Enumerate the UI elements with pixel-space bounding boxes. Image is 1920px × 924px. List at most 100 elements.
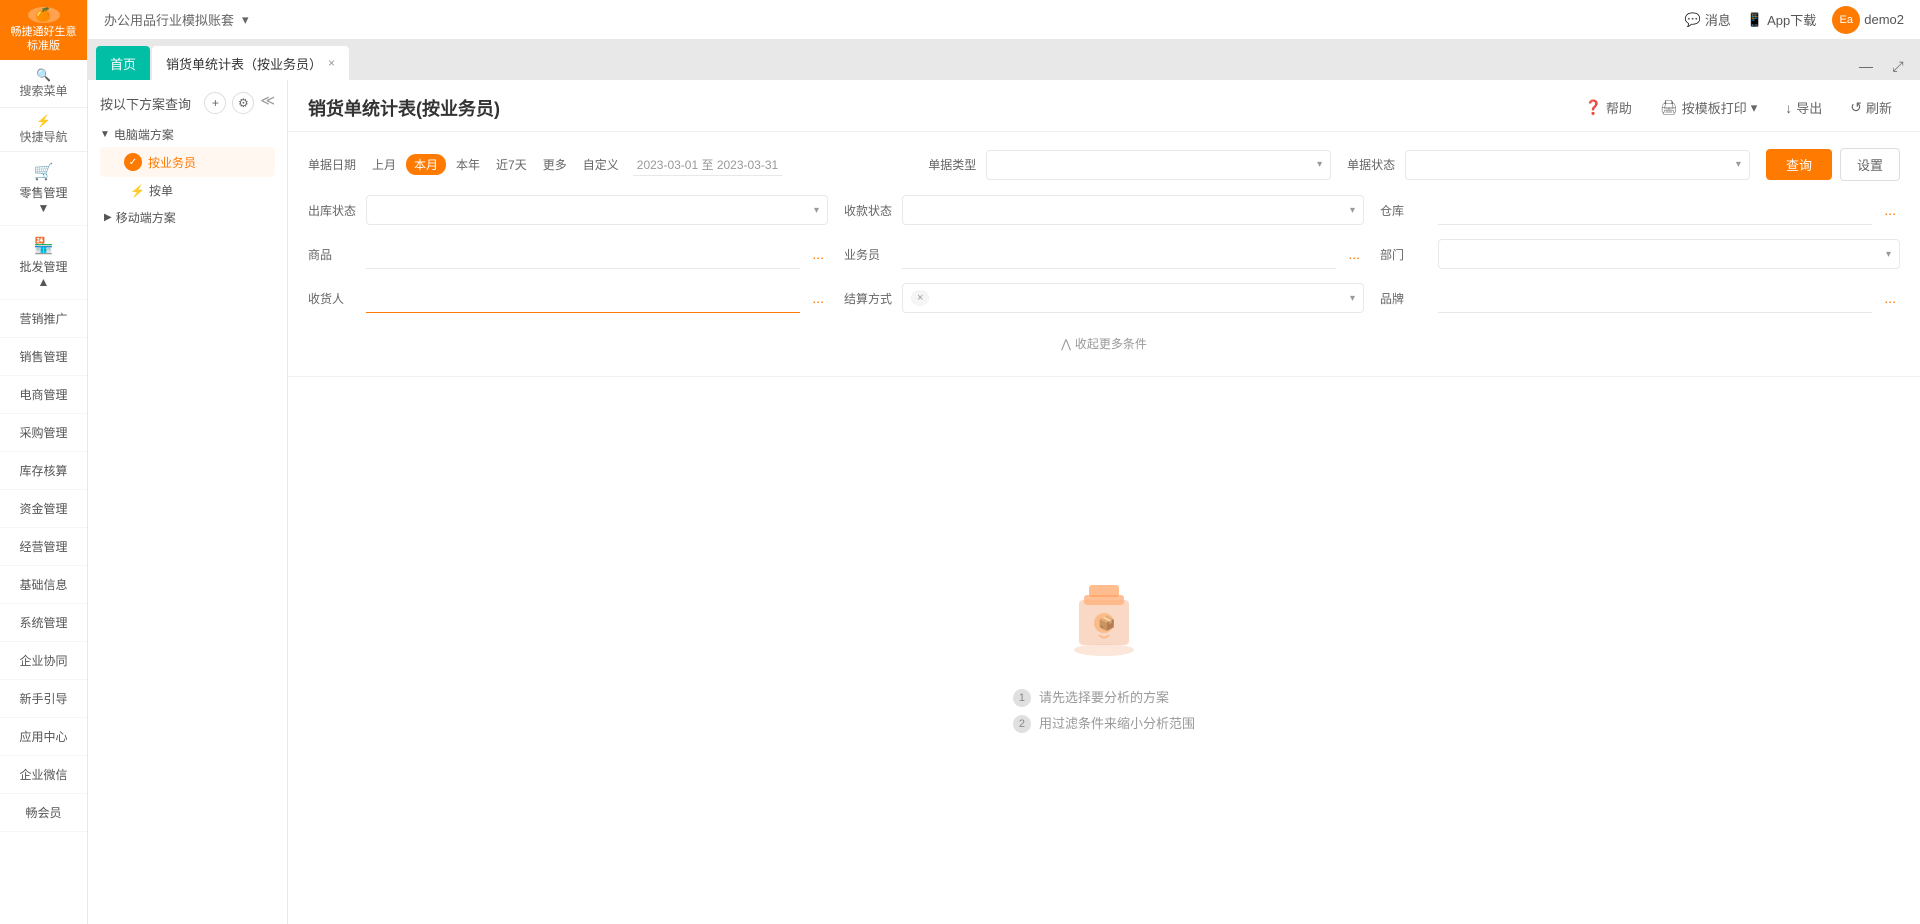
tab-expand-btn[interactable]: ⤢ xyxy=(1884,52,1912,80)
date-label: 单据日期 xyxy=(308,156,358,173)
department-label: 部门 xyxy=(1380,246,1430,263)
query-row-2: 出库状态 ▾ 收款状态 ▾ 仓库 xyxy=(308,195,1900,225)
scheme-sub-item[interactable]: ⚡ 按单 xyxy=(100,177,275,204)
add-scheme-btn[interactable]: + xyxy=(204,92,226,114)
brand-input[interactable] xyxy=(1438,283,1872,313)
consignee-label: 收货人 xyxy=(308,290,358,307)
user-profile-btn[interactable]: Ea demo2 xyxy=(1832,6,1904,34)
page-content: 按以下方案查询 + ⚙ ≪ ▼ 电脑端方案 xyxy=(88,80,1920,924)
date-tab-last-month[interactable]: 上月 xyxy=(366,154,402,175)
salesperson-dots-btn[interactable]: ... xyxy=(1344,246,1364,262)
collapse-icon: ⋀ xyxy=(1061,337,1071,351)
collapse-panel-btn[interactable]: ≪ xyxy=(260,92,275,114)
edit-scheme-btn[interactable]: ⚙ xyxy=(232,92,254,114)
warehouse-input[interactable] xyxy=(1438,195,1872,225)
department-select[interactable]: ▾ xyxy=(1438,239,1900,269)
tab-close-btn[interactable]: × xyxy=(328,56,335,70)
sidebar-item-appstore[interactable]: 应用中心 xyxy=(0,718,87,756)
date-tab-last7[interactable]: 近7天 xyxy=(490,154,533,175)
consignee-input[interactable] xyxy=(366,283,800,313)
payment-arrow-icon: ▾ xyxy=(1350,205,1355,216)
tab-minimize-btn[interactable]: — xyxy=(1852,52,1880,80)
query-btn[interactable]: 查询 xyxy=(1766,149,1832,180)
right-content: 销货单统计表(按业务员) ❓ 帮助 🖨 按模板打印 ▾ ↓ 导出 xyxy=(288,80,1920,924)
settlement-chip-close[interactable]: × xyxy=(917,292,923,304)
desktop-group-title[interactable]: ▼ 电脑端方案 xyxy=(100,122,275,147)
doc-type-field: 单据类型 ▾ xyxy=(928,150,1331,180)
doc-status-select[interactable]: ▾ xyxy=(1405,150,1750,180)
query-area: 单据日期 上月 本月 本年 近7天 更多 自定义 2023-03-01 至 20… xyxy=(288,132,1920,377)
sidebar-search[interactable]: 🔍 搜索菜单 xyxy=(0,60,87,108)
empty-tips: 1 请先选择要分析的方案 2 用过滤条件来缩小分析范围 xyxy=(1013,685,1195,737)
sidebar-item-ecommerce[interactable]: 电商管理 xyxy=(0,376,87,414)
refresh-btn[interactable]: ↺ 刷新 xyxy=(1842,94,1900,121)
sidebar-item-sales[interactable]: 销售管理 xyxy=(0,338,87,376)
date-tab-this-month[interactable]: 本月 xyxy=(406,154,446,175)
department-arrow-icon: ▾ xyxy=(1886,249,1891,260)
collapse-more-btn[interactable]: ⋀ 收起更多条件 xyxy=(308,327,1900,360)
sidebar-item-purchase[interactable]: 采购管理 xyxy=(0,414,87,452)
tab-home[interactable]: 首页 xyxy=(96,46,150,80)
sidebar-item-system[interactable]: 系统管理 xyxy=(0,604,87,642)
export-btn[interactable]: ↓ 导出 xyxy=(1777,94,1830,121)
consignee-dots-btn[interactable]: ... xyxy=(808,290,828,306)
app-download-btn[interactable]: 📱 App下载 xyxy=(1747,10,1816,29)
dropdown-arrow-icon[interactable]: ▾ xyxy=(242,12,249,28)
tip-num-2: 2 xyxy=(1013,715,1031,733)
goods-dots-btn[interactable]: ... xyxy=(808,246,828,262)
settings-btn[interactable]: 设置 xyxy=(1840,148,1900,181)
sidebar-item-inventory[interactable]: 库存核算 xyxy=(0,452,87,490)
help-btn[interactable]: ❓ 帮助 xyxy=(1576,94,1639,121)
sidebar-item-finance[interactable]: 资金管理 xyxy=(0,490,87,528)
salesperson-input[interactable] xyxy=(902,239,1336,269)
sidebar-item-wechat[interactable]: 企业微信 xyxy=(0,756,87,794)
sidebar-item-cooperation[interactable]: 企业协同 xyxy=(0,642,87,680)
brand-label: 品牌 xyxy=(1380,290,1430,307)
settlement-select[interactable]: × ▾ xyxy=(902,283,1364,313)
mobile-scheme-group[interactable]: ▶ 移动端方案 xyxy=(88,204,287,231)
sidebar-item-member[interactable]: 畅会员 xyxy=(0,794,87,832)
brand-dots-btn[interactable]: ... xyxy=(1880,290,1900,306)
payment-label: 收款状态 xyxy=(844,202,894,219)
doc-status-field: 单据状态 ▾ xyxy=(1347,150,1750,180)
settlement-arrow-icon: ▾ xyxy=(1350,293,1355,304)
scheme-item-salesperson[interactable]: ✓ 按业务员 xyxy=(100,147,275,177)
goods-input[interactable] xyxy=(366,239,800,269)
settlement-label: 结算方式 xyxy=(844,290,894,307)
delivery-select[interactable]: ▾ xyxy=(366,195,828,225)
page-title-bar: 销货单统计表(按业务员) ❓ 帮助 🖨 按模板打印 ▾ ↓ 导出 xyxy=(288,80,1920,132)
header-left: 办公用品行业模拟账套 ▾ xyxy=(104,10,249,29)
tab-active[interactable]: 销货单统计表（按业务员） × xyxy=(152,46,349,80)
date-tab-this-year[interactable]: 本年 xyxy=(450,154,486,175)
empty-icon: 📦 xyxy=(1054,565,1154,665)
industry-label: 办公用品行业模拟账套 xyxy=(104,10,234,29)
date-tab-custom[interactable]: 自定义 xyxy=(577,154,625,175)
sidebar-item-guide[interactable]: 新手引导 xyxy=(0,680,87,718)
sub-item-icon: ⚡ xyxy=(130,184,145,198)
sidebar-quick-nav[interactable]: ⚡ 快捷导航 xyxy=(0,108,87,152)
brand-field: 品牌 ... xyxy=(1380,283,1900,313)
date-tab-more[interactable]: 更多 xyxy=(537,154,573,175)
logo-text: 畅捷通好生意 标准版 xyxy=(11,25,77,54)
page-actions: ❓ 帮助 🖨 按模板打印 ▾ ↓ 导出 ↺ 刷新 xyxy=(1576,94,1900,121)
warehouse-dots-btn[interactable]: ... xyxy=(1880,202,1900,218)
sidebar-item-marketing[interactable]: 营销推广 xyxy=(0,300,87,338)
active-scheme-icon: ✓ xyxy=(124,153,142,171)
sidebar-item-basic[interactable]: 基础信息 xyxy=(0,566,87,604)
doc-status-arrow-icon: ▾ xyxy=(1736,159,1741,170)
settlement-field: 结算方式 × ▾ xyxy=(844,283,1364,313)
doc-type-select[interactable]: ▾ xyxy=(986,150,1331,180)
delivery-label: 出库状态 xyxy=(308,202,358,219)
print-icon: 🖨 xyxy=(1660,99,1678,116)
doc-status-label: 单据状态 xyxy=(1347,156,1397,173)
sidebar-item-wholesale[interactable]: 🏪 批发管理 ▲ xyxy=(0,226,87,300)
page-title: 销货单统计表(按业务员) xyxy=(308,95,500,121)
query-row-4: 收货人 ... 结算方式 × ▾ 品牌 xyxy=(308,283,1900,313)
sidebar-item-retail[interactable]: 🛒 零售管理 ▼ xyxy=(0,152,87,226)
salesperson-label: 业务员 xyxy=(844,246,894,263)
messages-btn[interactable]: 💬 消息 xyxy=(1685,10,1731,29)
print-btn[interactable]: 🖨 按模板打印 ▾ xyxy=(1652,94,1765,121)
tab-bar: 首页 销货单统计表（按业务员） × — ⤢ xyxy=(88,40,1920,80)
sidebar-item-operations[interactable]: 经营管理 xyxy=(0,528,87,566)
payment-select[interactable]: ▾ xyxy=(902,195,1364,225)
